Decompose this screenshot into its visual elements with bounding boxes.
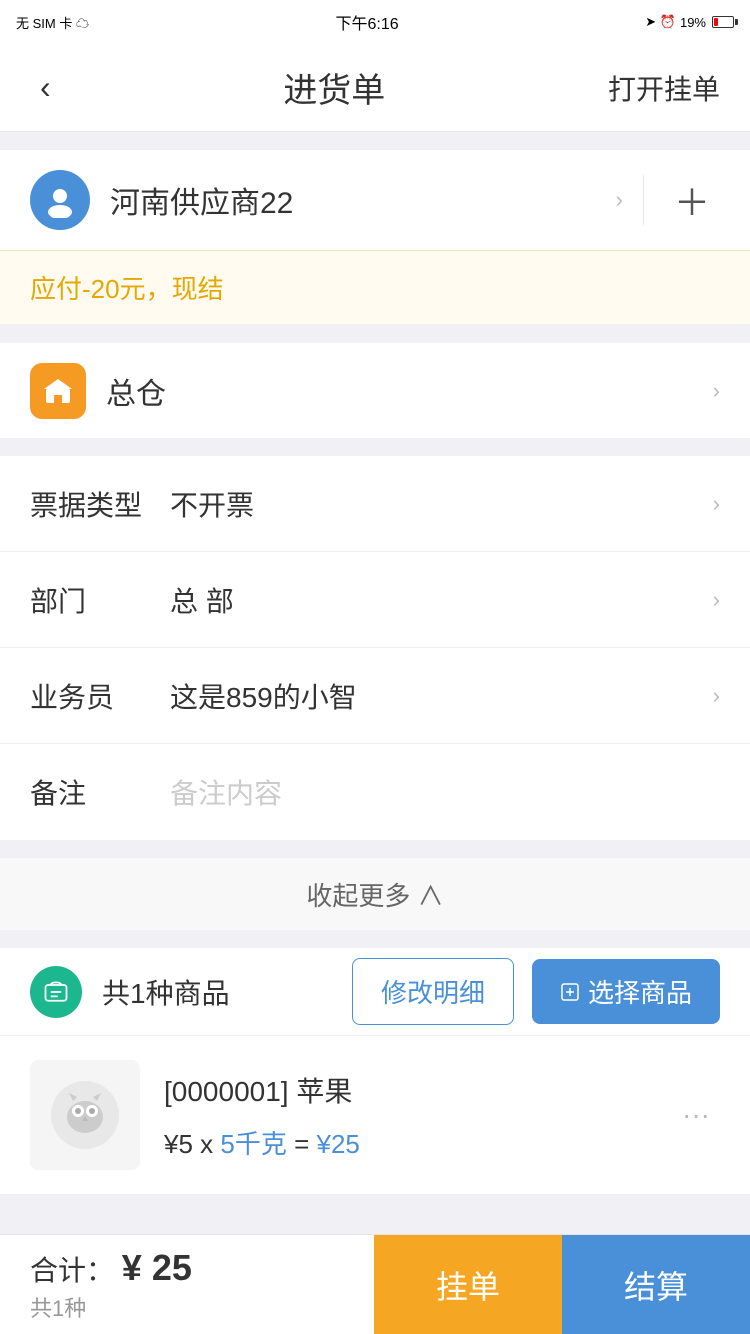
remark-row[interactable]: 备注 备注内容 [0,744,750,840]
select-product-label: 选择商品 [588,973,692,1010]
add-button[interactable]: ＋ [664,164,720,236]
product-more-button[interactable]: ··· [672,1089,720,1141]
supplier-row[interactable]: 河南供应商22 › ＋ [0,150,750,250]
status-signal: 无 SIM 卡 ☁ [16,13,89,32]
product-price: ¥5 x 5千克 = ¥25 [164,1124,672,1161]
unit-price: ¥5 x [164,1129,220,1159]
invoice-type-row[interactable]: 票据类型 不开票 › [0,456,750,552]
top-divider [0,132,750,150]
product-info: [0000001] 苹果 ¥5 x 5千克 = ¥25 [164,1070,672,1161]
warehouse-name: 总仓 [106,369,703,413]
main-content: 河南供应商22 › ＋ 应付-20元，现结 总仓 › 票据类型 不开票 › 部门 [0,132,750,1294]
invoice-type-label: 票据类型 [30,484,170,524]
status-bar: 无 SIM 卡 ☁ 下午6:16 ➤ ⏰ 19% [0,0,750,44]
department-chevron-icon: › [713,587,720,613]
warehouse-row[interactable]: 总仓 › [0,342,750,438]
battery-percent: 19% [680,15,706,30]
open-pending-button[interactable]: 打开挂单 [608,68,720,108]
product-name: [0000001] 苹果 [164,1070,672,1110]
department-label: 部门 [30,580,170,620]
supplier-chevron-icon: › [616,187,623,213]
hold-button[interactable]: 挂单 [374,1235,562,1334]
equals: = [294,1129,316,1159]
products-section: 共1种商品 修改明细 选择商品 [0,948,750,1194]
salesperson-chevron-icon: › [713,683,720,709]
warehouse-chevron-icon: › [713,378,720,404]
products-header: 共1种商品 修改明细 选择商品 [0,948,750,1036]
invoice-type-chevron-icon: › [713,491,720,517]
checkout-button[interactable]: 结算 [562,1235,750,1334]
department-row[interactable]: 部门 总 部 › [0,552,750,648]
supplier-divider [643,175,644,225]
total-label: 合计： [30,1255,114,1286]
product-title: 苹果 [296,1076,352,1107]
total-amount: ¥ 25 [122,1247,192,1288]
salesperson-row[interactable]: 业务员 这是859的小智 › [0,648,750,744]
supplier-card: 河南供应商22 › ＋ 应付-20元，现结 [0,150,750,324]
back-button[interactable]: ‹ [30,59,61,116]
nav-bar: ‹ 进货单 打开挂单 [0,44,750,132]
edit-detail-button[interactable]: 修改明细 [352,958,514,1025]
total-section: 合计： ¥ 25 共1种 [0,1235,374,1334]
department-value: 总 部 [170,580,703,620]
status-battery: ➤ ⏰ 19% [645,14,734,30]
status-time: 下午6:16 [336,10,399,34]
collapse-row[interactable]: 收起更多 ∧ [0,858,750,930]
salesperson-value: 这是859的小智 [170,676,703,716]
supplier-avatar [30,170,90,230]
remark-label: 备注 [30,772,170,812]
invoice-type-value: 不开票 [170,484,703,524]
product-thumbnail [30,1060,140,1170]
total-count: 共1种 [30,1291,344,1323]
product-item: [0000001] 苹果 ¥5 x 5千克 = ¥25 ··· [0,1036,750,1194]
battery-icon [712,16,734,28]
collapse-label: 收起更多 ∧ [306,876,443,913]
form-section: 票据类型 不开票 › 部门 总 部 › 业务员 这是859的小智 › 备注 备注… [0,456,750,840]
subtotal: ¥25 [317,1129,360,1159]
payment-notice: 应付-20元，现结 [0,250,750,324]
page-title: 进货单 [283,63,385,112]
total-row: 合计： ¥ 25 [30,1247,344,1289]
products-icon [30,966,82,1018]
remark-placeholder: 备注内容 [170,772,720,812]
quantity: 5千克 [220,1129,286,1159]
supplier-name: 河南供应商22 [110,178,606,222]
product-code: [0000001] [164,1076,296,1107]
warehouse-icon [30,363,86,419]
bottom-bar: 合计： ¥ 25 共1种 挂单 结算 [0,1234,750,1334]
products-count: 共1种商品 [102,972,352,1012]
select-product-button[interactable]: 选择商品 [532,959,720,1024]
salesperson-label: 业务员 [30,676,170,716]
